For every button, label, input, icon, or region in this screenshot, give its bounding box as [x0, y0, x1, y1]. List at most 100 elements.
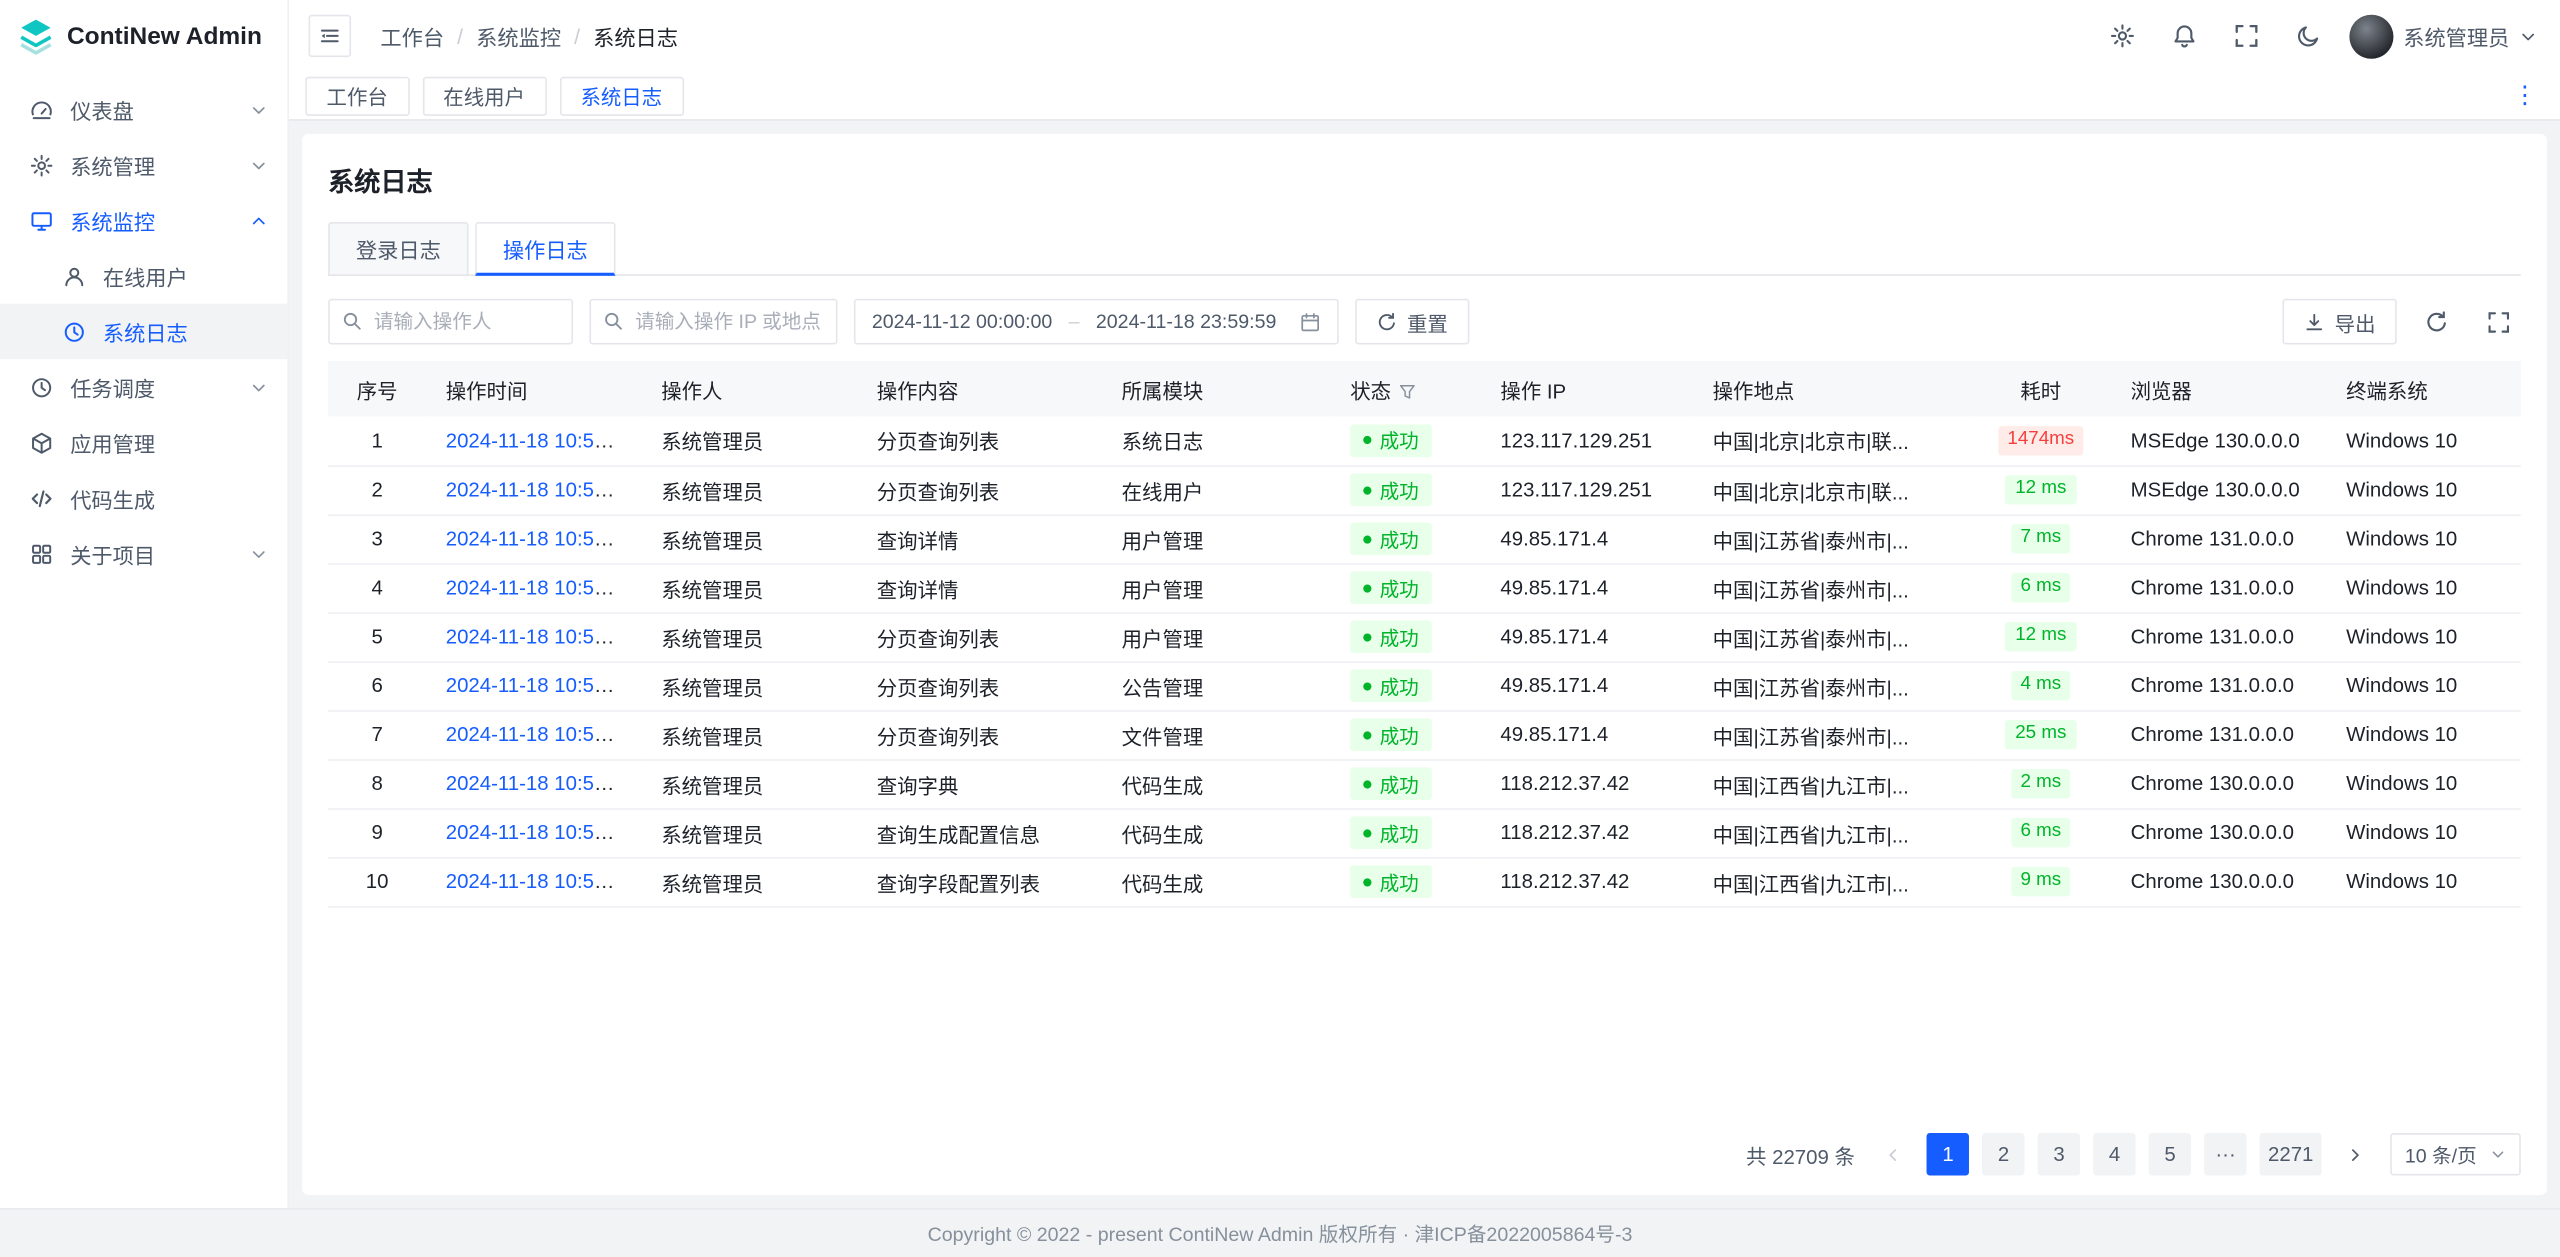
cell-operator: 系统管理员: [642, 563, 858, 612]
cell-content: 查询字段配置列表: [857, 857, 1102, 906]
cell-module: 在线用户: [1102, 465, 1331, 514]
page-button-current[interactable]: 1: [1927, 1133, 1969, 1175]
operation-time-link[interactable]: 2024-11-18 10:51:49: [446, 821, 634, 844]
operation-time-link[interactable]: 2024-11-18 10:51:49: [446, 870, 634, 893]
ip-input[interactable]: [589, 299, 837, 345]
settings-icon[interactable]: [2098, 11, 2147, 60]
breadcrumb-item[interactable]: 系统监控: [476, 20, 561, 51]
date-end[interactable]: 2024-11-18 23:59:59: [1096, 310, 1276, 333]
col-content: 操作内容: [857, 361, 1102, 417]
user-menu[interactable]: 系统管理员: [2349, 14, 2537, 58]
chevron-right-icon: [2347, 1145, 2365, 1163]
sidebar-item-system-logs[interactable]: 系统日志: [0, 304, 287, 360]
user-name: 系统管理员: [2403, 20, 2509, 51]
logo[interactable]: ContiNew Admin: [0, 0, 287, 72]
more-icon[interactable]: ⋮: [2506, 83, 2544, 107]
next-page-button[interactable]: [2335, 1133, 2377, 1175]
operator-input[interactable]: [328, 299, 573, 345]
cell-ip: 49.85.171.4: [1481, 661, 1693, 710]
operation-time-link[interactable]: 2024-11-18 10:51:55: [446, 625, 634, 648]
status-dot-icon: [1363, 731, 1371, 739]
tab-system-logs[interactable]: 系统日志: [559, 76, 683, 115]
cell-operator: 系统管理员: [642, 416, 858, 465]
page-size-select[interactable]: 10 条/页: [2390, 1133, 2521, 1175]
operation-time-link[interactable]: 2024-11-18 10:52:55: [446, 429, 634, 452]
export-button[interactable]: 导出: [2282, 299, 2396, 345]
operation-time-link[interactable]: 2024-11-18 10:52:47: [446, 478, 634, 501]
cell-browser: MSEdge 130.0.0.0: [2111, 416, 2327, 465]
sidebar-item-task-schedule[interactable]: 任务调度: [0, 359, 287, 415]
operation-time-link[interactable]: 2024-11-18 10:51:52: [446, 723, 634, 746]
status-badge: 成功: [1350, 767, 1432, 800]
cell-os: Windows 10: [2327, 661, 2521, 710]
breadcrumb-item[interactable]: 工作台: [380, 20, 444, 51]
gear-icon: [2109, 23, 2135, 49]
sidebar-item-code-generation[interactable]: 代码生成: [0, 470, 287, 526]
cell-status: 成功: [1331, 710, 1481, 759]
reset-button[interactable]: 重置: [1355, 299, 1469, 345]
gear-icon: [29, 153, 53, 177]
cell-browser: Chrome 131.0.0.0: [2111, 514, 2327, 563]
log-subtabs: 登录日志 操作日志: [328, 222, 2521, 276]
duration-badge: 9 ms: [2011, 867, 2071, 896]
status-label: 成功: [1380, 623, 1419, 651]
tab-workbench[interactable]: 工作台: [305, 76, 409, 115]
cell-operator: 系统管理员: [642, 857, 858, 906]
notifications-icon[interactable]: [2160, 11, 2209, 60]
cell-module: 公告管理: [1102, 661, 1331, 710]
page-button[interactable]: 5: [2149, 1133, 2191, 1175]
dashboard-icon: [29, 97, 53, 121]
cell-status: 成功: [1331, 759, 1481, 808]
date-range-picker[interactable]: 2024-11-12 00:00:00 – 2024-11-18 23:59:5…: [854, 299, 1339, 345]
operation-time-link[interactable]: 2024-11-18 10:52:05: [446, 576, 634, 599]
operation-time-link[interactable]: 2024-11-18 10:52:12: [446, 527, 634, 550]
copyright-text: Copyright © 2022 - present ContiNew Admi…: [928, 1220, 1633, 1248]
cell-os: Windows 10: [2327, 857, 2521, 906]
app-footer: Copyright © 2022 - present ContiNew Admi…: [0, 1208, 2560, 1257]
cell-index: 6: [328, 661, 426, 710]
page-button[interactable]: 2: [1982, 1133, 2024, 1175]
page-button-last[interactable]: 2271: [2260, 1133, 2322, 1175]
prev-page-button[interactable]: [1871, 1133, 1913, 1175]
status-badge: 成功: [1350, 571, 1432, 604]
cell-module: 用户管理: [1102, 563, 1331, 612]
sidebar-item-dashboard[interactable]: 仪表盘: [0, 82, 287, 138]
filter-icon[interactable]: [1398, 381, 1418, 401]
status-badge: 成功: [1350, 865, 1432, 898]
tab-online-users[interactable]: 在线用户: [422, 76, 546, 115]
sidebar-item-label: 关于项目: [70, 538, 233, 569]
page-button[interactable]: 4: [2093, 1133, 2135, 1175]
sidebar-item-system-management[interactable]: 系统管理: [0, 137, 287, 193]
subtab-login-logs[interactable]: 登录日志: [328, 222, 468, 276]
cell-browser: Chrome 130.0.0.0: [2111, 759, 2327, 808]
sidebar-item-about-project[interactable]: 关于项目: [0, 526, 287, 582]
sidebar-item-system-monitor[interactable]: 系统监控: [0, 193, 287, 249]
cell-duration: 1474ms: [1971, 416, 2111, 465]
col-status: 状态: [1331, 361, 1481, 417]
sidebar-item-app-management[interactable]: 应用管理: [0, 415, 287, 471]
cell-time: 2024-11-18 10:51:52: [426, 710, 642, 759]
refresh-table-button[interactable]: [2413, 299, 2459, 345]
sidebar-item-label: 任务调度: [70, 371, 233, 402]
sidebar-item-online-users[interactable]: 在线用户: [0, 248, 287, 304]
page-button[interactable]: 3: [2038, 1133, 2080, 1175]
sidebar: ContiNew Admin 仪表盘 系统管理 系统监控: [0, 0, 289, 1208]
fullscreen-icon[interactable]: [2222, 11, 2271, 60]
operation-time-link[interactable]: 2024-11-18 10:51:53: [446, 674, 634, 697]
breadcrumb-separator: /: [457, 24, 463, 48]
cell-time: 2024-11-18 10:52:12: [426, 514, 642, 563]
dark-mode-icon[interactable]: [2284, 11, 2333, 60]
subtab-operation-logs[interactable]: 操作日志: [475, 222, 615, 276]
cell-duration: 4 ms: [1971, 661, 2111, 710]
cell-location: 中国|北京|北京市|联...: [1693, 465, 1971, 514]
ip-search-field: [589, 299, 837, 345]
collapse-sidebar-button[interactable]: [309, 15, 351, 57]
date-start[interactable]: 2024-11-12 00:00:00: [872, 310, 1052, 333]
cell-module: 用户管理: [1102, 514, 1331, 563]
status-dot-icon: [1363, 682, 1371, 690]
table-fullscreen-button[interactable]: [2475, 299, 2521, 345]
operation-time-link[interactable]: 2024-11-18 10:51:50: [446, 772, 634, 795]
cell-content: 分页查询列表: [857, 612, 1102, 661]
page-ellipsis-button[interactable]: ···: [2204, 1133, 2246, 1175]
status-dot-icon: [1363, 829, 1371, 837]
